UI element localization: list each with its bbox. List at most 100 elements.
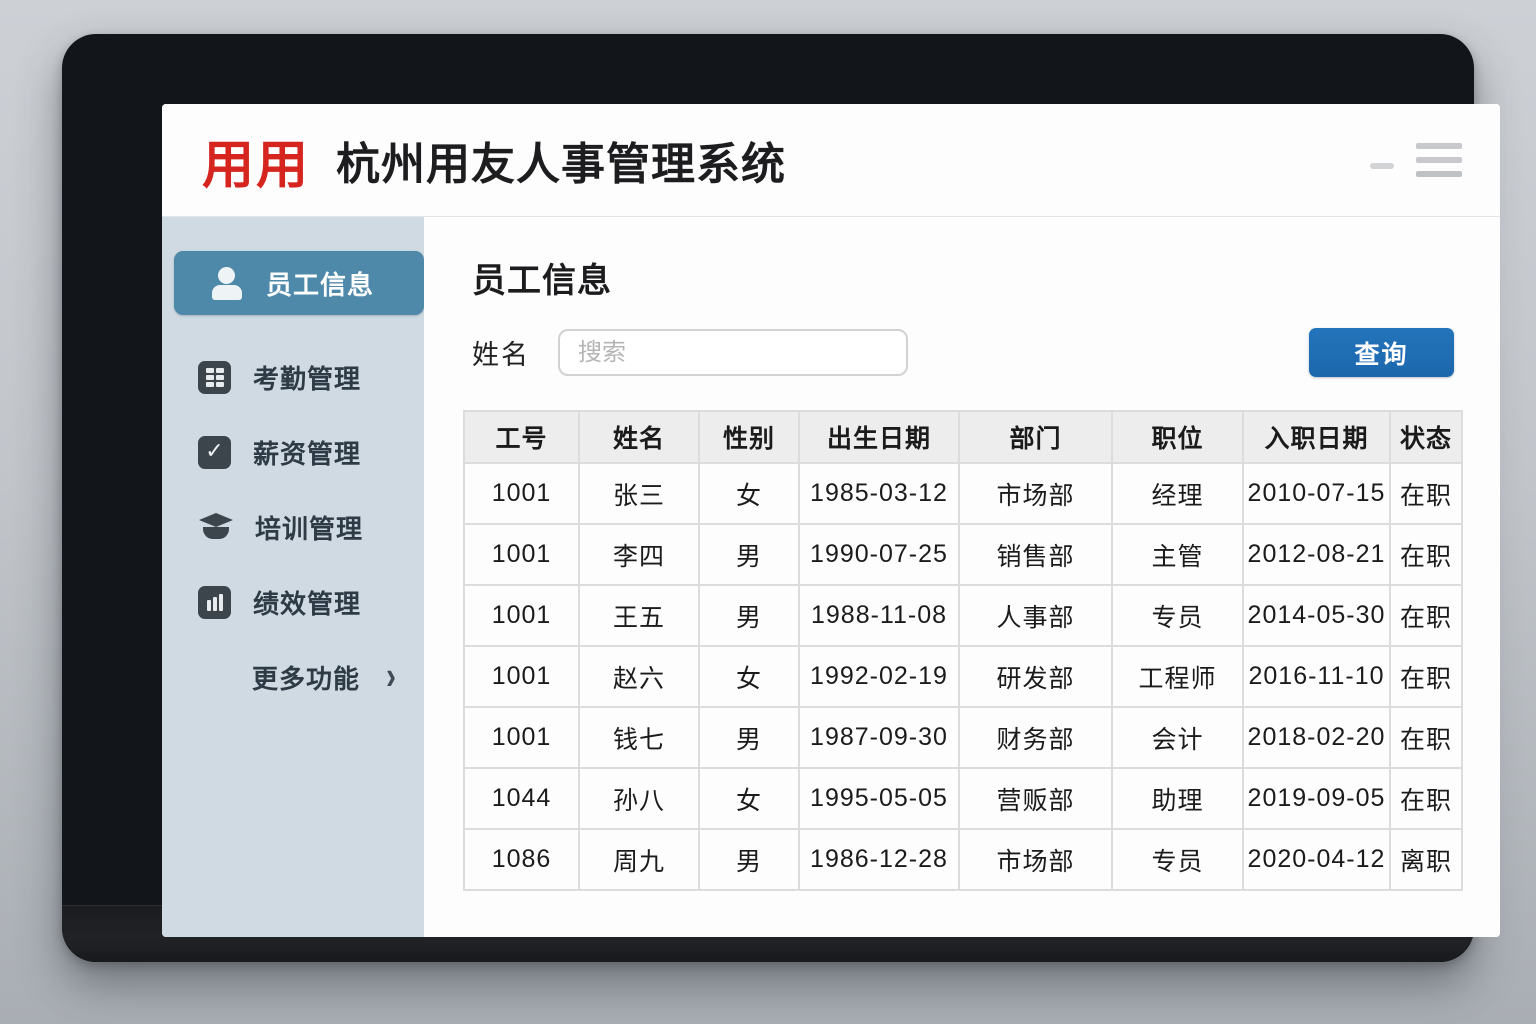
cell-hiredate: 2020-04-12: [1242, 828, 1391, 891]
cell-status: 在职: [1389, 767, 1463, 830]
column-header-department: 部门: [958, 410, 1113, 464]
cell-position: 会计: [1111, 706, 1244, 769]
cell-gender: 女: [698, 645, 800, 708]
column-header-id: 工号: [463, 410, 580, 464]
cell-hiredate: 2010-07-15: [1242, 462, 1391, 525]
cell-id: 1001: [463, 584, 580, 647]
laptop-frame: 用用 杭州用友人事管理系统 员工信息 考勤管理 ✓ 薪资管理 培训管理 绩效管理…: [62, 34, 1500, 962]
cell-position: 专员: [1111, 828, 1244, 891]
cell-gender: 女: [698, 767, 800, 830]
app-body: 员工信息 考勤管理 ✓ 薪资管理 培训管理 绩效管理 更多功能 › 员工信息 姓…: [162, 217, 1500, 937]
sidebar-item-salary[interactable]: ✓ 薪资管理: [162, 420, 424, 484]
cell-birthdate: 1995-05-05: [798, 767, 960, 830]
column-header-status: 状态: [1389, 410, 1463, 464]
cell-hiredate: 2016-11-10: [1242, 645, 1391, 708]
cell-department: 财务部: [958, 706, 1113, 769]
cell-birthdate: 1990-07-25: [798, 523, 960, 586]
attendance-grid-icon: [198, 360, 231, 394]
column-header-name: 姓名: [578, 410, 700, 464]
app-header: 用用 杭州用友人事管理系统: [162, 104, 1500, 217]
column-header-birthdate: 出生日期: [798, 410, 960, 464]
cell-position: 专员: [1111, 584, 1244, 647]
employee-table: 工号 姓名 性别 出生日期 部门 职位 入职日期 状态 1001 张三 女 19…: [463, 410, 1463, 891]
table-row: 1001 李四 男 1990-07-25 销售部 主管 2012-08-21 在…: [463, 523, 1463, 586]
cell-birthdate: 1986-12-28: [798, 828, 960, 891]
sidebar-item-label: 员工信息: [266, 269, 375, 300]
cell-gender: 男: [698, 706, 800, 769]
cell-department: 营贩部: [958, 767, 1113, 830]
cell-position: 助理: [1111, 767, 1244, 830]
column-header-gender: 性别: [698, 410, 800, 464]
cell-name: 钱七: [578, 706, 700, 769]
sidebar-item-employee-info[interactable]: 员工信息: [174, 251, 424, 315]
cell-birthdate: 1985-03-12: [798, 462, 960, 525]
page-title: 员工信息: [472, 262, 612, 300]
cell-status: 离职: [1389, 828, 1463, 891]
cell-status: 在职: [1389, 523, 1463, 586]
table-row: 1044 孙八 女 1995-05-05 营贩部 助理 2019-09-05 在…: [463, 767, 1463, 830]
cell-name: 周九: [578, 828, 700, 891]
window-controls: [1370, 104, 1462, 216]
table-row: 1001 钱七 男 1987-09-30 财务部 会计 2018-02-20 在…: [463, 706, 1463, 769]
cell-department: 销售部: [958, 523, 1113, 586]
sidebar-item-label: 培训管理: [255, 513, 364, 544]
user-icon: [210, 266, 244, 300]
cell-gender: 男: [698, 584, 800, 647]
cell-name: 孙八: [578, 767, 700, 830]
sidebar-item-label: 薪资管理: [253, 438, 362, 469]
cell-gender: 男: [698, 828, 800, 891]
sidebar-item-training[interactable]: 培训管理: [162, 495, 424, 559]
cell-department: 研发部: [958, 645, 1113, 708]
cell-id: 1044: [463, 767, 580, 830]
cell-name: 李四: [578, 523, 700, 586]
cell-position: 工程师: [1111, 645, 1244, 708]
minimize-icon[interactable]: [1370, 163, 1394, 169]
app-window: 用用 杭州用友人事管理系统 员工信息 考勤管理 ✓ 薪资管理 培训管理 绩效管理…: [162, 104, 1500, 937]
cell-status: 在职: [1389, 462, 1463, 525]
search-filter-row: 姓名 查询: [472, 328, 1500, 377]
cell-name: 张三: [578, 462, 700, 525]
cell-status: 在职: [1389, 706, 1463, 769]
sidebar-item-label: 绩效管理: [253, 588, 362, 619]
cell-hiredate: 2018-02-20: [1242, 706, 1391, 769]
sidebar-more-functions[interactable]: 更多功能 ›: [162, 645, 424, 709]
cell-department: 市场部: [958, 462, 1113, 525]
cell-gender: 男: [698, 523, 800, 586]
cell-status: 在职: [1389, 645, 1463, 708]
cell-hiredate: 2012-08-21: [1242, 523, 1391, 586]
table-row: 1086 周九 男 1986-12-28 市场部 专员 2020-04-12 离…: [463, 828, 1463, 891]
app-logo: 用用: [202, 136, 311, 195]
cell-department: 人事部: [958, 584, 1113, 647]
sidebar-item-label: 考勤管理: [253, 363, 362, 394]
column-header-hiredate: 入职日期: [1242, 410, 1391, 464]
hamburger-menu-icon[interactable]: [1416, 143, 1462, 177]
salary-checkbox-icon: ✓: [198, 435, 231, 469]
table-row: 1001 王五 男 1988-11-08 人事部 专员 2014-05-30 在…: [463, 584, 1463, 647]
sidebar: 员工信息 考勤管理 ✓ 薪资管理 培训管理 绩效管理 更多功能 ›: [162, 217, 424, 937]
cell-hiredate: 2014-05-30: [1242, 584, 1391, 647]
main-content: 员工信息 姓名 查询 工号 姓名 性别: [424, 217, 1500, 937]
sidebar-item-attendance[interactable]: 考勤管理: [162, 345, 424, 409]
cell-id: 1001: [463, 706, 580, 769]
cell-birthdate: 1992-02-19: [798, 645, 960, 708]
more-functions-label: 更多功能: [252, 663, 361, 694]
cell-birthdate: 1987-09-30: [798, 706, 960, 769]
cell-name: 王五: [578, 584, 700, 647]
cell-position: 经理: [1111, 462, 1244, 525]
cell-position: 主管: [1111, 523, 1244, 586]
sidebar-item-performance[interactable]: 绩效管理: [162, 570, 424, 634]
chevron-right-icon: ›: [386, 654, 397, 698]
table-row: 1001 张三 女 1985-03-12 市场部 经理 2010-07-15 在…: [463, 462, 1463, 525]
app-title: 杭州用友人事管理系统: [336, 140, 787, 189]
cell-id: 1001: [463, 462, 580, 525]
cell-birthdate: 1988-11-08: [798, 584, 960, 647]
search-input[interactable]: [558, 329, 908, 376]
cell-department: 市场部: [958, 828, 1113, 891]
cell-status: 在职: [1389, 584, 1463, 647]
cell-gender: 女: [698, 462, 800, 525]
name-field-label: 姓名: [472, 340, 530, 370]
training-cap-icon: [198, 511, 234, 543]
table-row: 1001 赵六 女 1992-02-19 研发部 工程师 2016-11-10 …: [463, 645, 1463, 708]
query-button[interactable]: 查询: [1309, 328, 1454, 377]
cell-hiredate: 2019-09-05: [1242, 767, 1391, 830]
